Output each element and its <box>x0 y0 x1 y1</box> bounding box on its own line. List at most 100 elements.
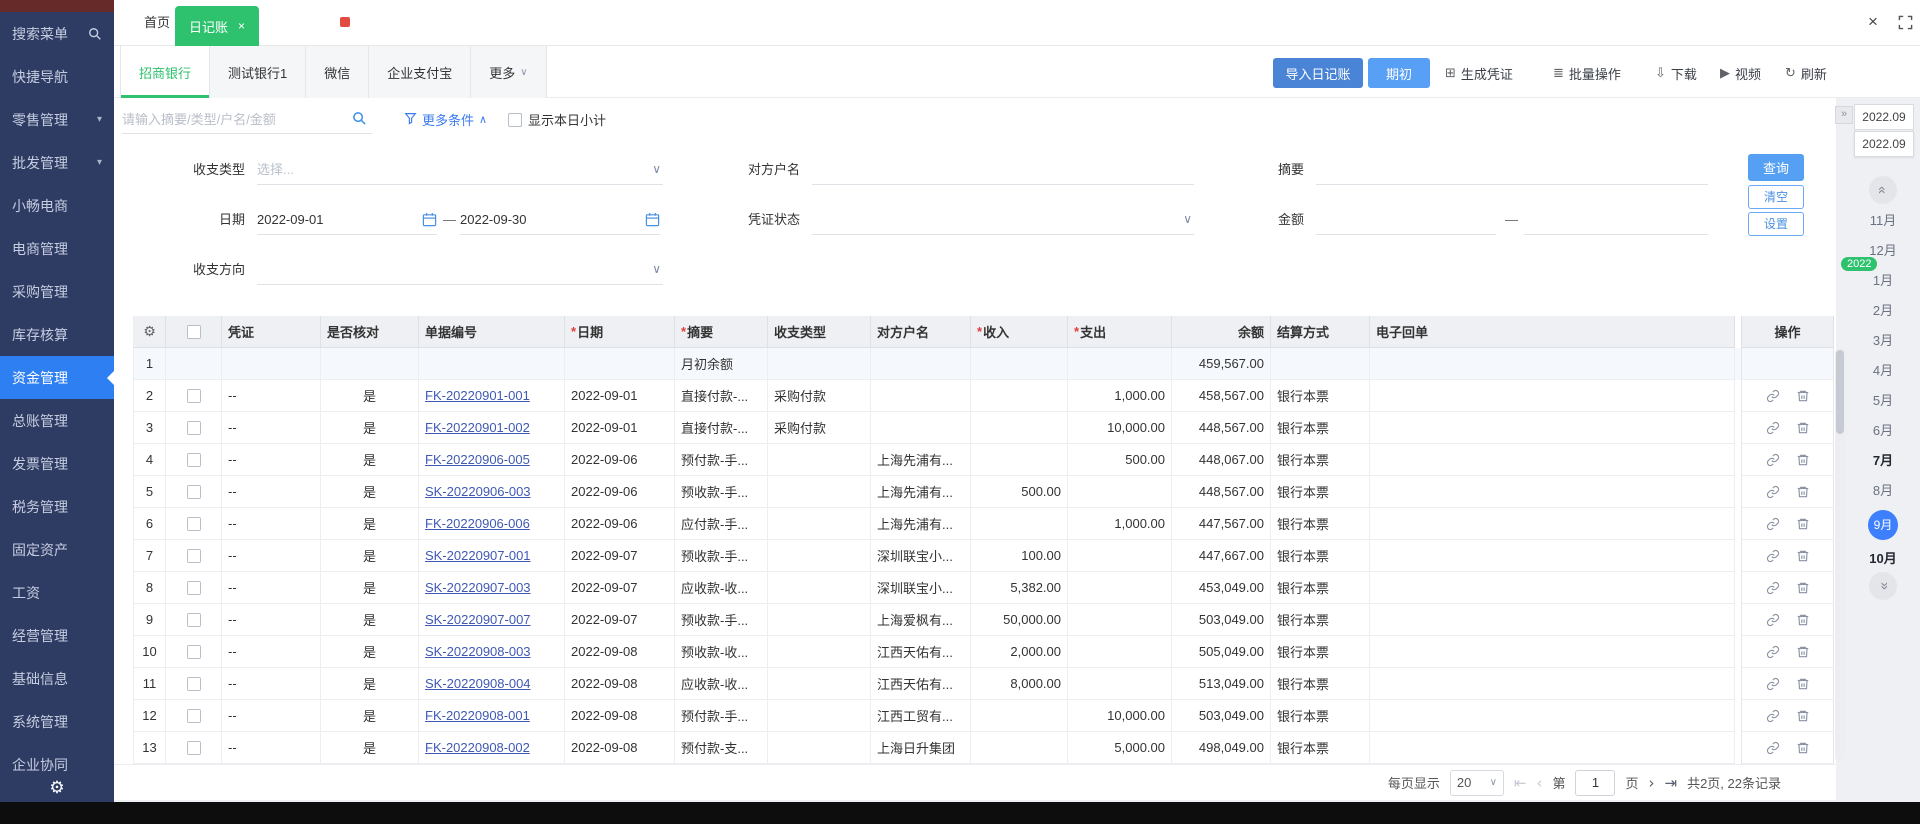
amount-from-input[interactable] <box>1316 205 1496 235</box>
calendar-icon[interactable] <box>645 212 660 227</box>
next-page-button[interactable]: › <box>1649 774 1655 792</box>
row-checkbox[interactable] <box>186 580 201 595</box>
counterparty-input[interactable] <box>812 155 1194 185</box>
doc-no-link[interactable]: FK-20220901-001 <box>425 388 530 403</box>
income-expense-type-select[interactable]: 选择... ∨ <box>257 155 663 185</box>
sidebar-item[interactable]: 小畅电商 <box>0 184 114 227</box>
link-icon[interactable] <box>1766 485 1780 499</box>
sidebar-item[interactable]: 快捷导航 <box>0 55 114 98</box>
import-journal-button[interactable]: 导入日记账 <box>1273 58 1363 88</box>
last-page-button[interactable]: ⇥ <box>1665 774 1678 792</box>
gear-icon[interactable]: ⚙ <box>143 324 156 340</box>
doc-no-link[interactable]: SK-20220908-003 <box>425 644 531 659</box>
first-page-button[interactable]: ⇤ <box>1514 774 1527 792</box>
sidebar-item[interactable]: 总账管理 <box>0 399 114 442</box>
delete-icon[interactable] <box>1796 517 1810 531</box>
month-item[interactable]: 1月 <box>1873 270 1893 292</box>
month-item[interactable]: 6月 <box>1873 420 1893 442</box>
delete-icon[interactable] <box>1796 677 1810 691</box>
bank-tab[interactable]: 招商银行 <box>121 46 211 98</box>
month-item[interactable]: 4月 <box>1873 360 1893 382</box>
doc-no-link[interactable]: FK-20220908-001 <box>425 708 530 723</box>
daily-subtotal-checkbox[interactable] <box>508 112 522 127</box>
fullscreen-icon[interactable] <box>1898 15 1913 33</box>
month-item[interactable]: 8月 <box>1873 480 1893 502</box>
amount-to-input[interactable] <box>1524 205 1708 235</box>
page-input[interactable] <box>1575 769 1616 796</box>
scrollbar-thumb[interactable] <box>1836 350 1844 434</box>
delete-icon[interactable] <box>1796 645 1810 659</box>
link-icon[interactable] <box>1766 549 1780 563</box>
direction-select[interactable]: ∨ <box>257 255 663 285</box>
bank-tab[interactable]: 微信 <box>306 46 370 98</box>
more-conditions-toggle[interactable]: 更多条件 ∧ <box>404 105 487 134</box>
row-checkbox[interactable] <box>186 612 201 627</box>
months-scroll-down-button[interactable]: « <box>1869 572 1897 600</box>
link-icon[interactable] <box>1766 421 1780 435</box>
row-checkbox[interactable] <box>186 452 201 467</box>
sidebar-item[interactable]: 零售管理 ▾ <box>0 98 114 141</box>
bank-tab[interactable]: 企业支付宝 <box>369 46 472 98</box>
month-item[interactable]: 10月 <box>1869 548 1896 570</box>
period-box-2[interactable]: 2022.09 <box>1854 131 1914 157</box>
per-page-select[interactable]: 20 ∨ <box>1449 769 1504 796</box>
bank-tab[interactable]: 更多 ∨ <box>471 46 545 98</box>
refresh-button[interactable]: ↻ 刷新 <box>1785 58 1827 88</box>
prev-page-button[interactable]: ‹ <box>1536 774 1542 792</box>
download-button[interactable]: ⇩ 下载 <box>1655 58 1697 88</box>
month-item[interactable]: 2月 <box>1873 300 1893 322</box>
search-icon[interactable] <box>352 111 367 129</box>
delete-icon[interactable] <box>1796 421 1810 435</box>
sidebar-item[interactable]: 基础信息 <box>0 657 114 700</box>
link-icon[interactable] <box>1766 389 1780 403</box>
row-checkbox[interactable] <box>186 388 201 403</box>
link-icon[interactable] <box>1766 517 1780 531</box>
row-checkbox[interactable] <box>186 644 201 659</box>
sidebar-item[interactable]: 采购管理 <box>0 270 114 313</box>
link-icon[interactable] <box>1766 741 1780 755</box>
sidebar-item[interactable]: 税务管理 <box>0 485 114 528</box>
select-all-checkbox[interactable] <box>186 324 201 339</box>
month-item[interactable]: 5月 <box>1873 390 1893 412</box>
row-checkbox[interactable] <box>186 708 201 723</box>
summary-input[interactable] <box>1316 155 1708 185</box>
doc-no-link[interactable]: SK-20220906-003 <box>425 484 531 499</box>
doc-no-link[interactable]: SK-20220907-001 <box>425 548 531 563</box>
video-button[interactable]: ▶ 视频 <box>1720 58 1761 88</box>
delete-icon[interactable] <box>1796 709 1810 723</box>
doc-no-link[interactable]: SK-20220908-004 <box>425 676 531 691</box>
row-checkbox[interactable] <box>186 548 201 563</box>
table-scrollbar[interactable] <box>1835 348 1845 762</box>
row-checkbox[interactable] <box>186 516 201 531</box>
doc-no-link[interactable]: FK-20220908-002 <box>425 740 530 755</box>
link-icon[interactable] <box>1766 581 1780 595</box>
month-item[interactable]: 3月 <box>1873 330 1893 352</box>
sidebar-item[interactable]: 资金管理 <box>0 356 114 399</box>
link-icon[interactable] <box>1766 709 1780 723</box>
link-icon[interactable] <box>1766 453 1780 467</box>
sidebar-item[interactable]: 批发管理 ▾ <box>0 141 114 184</box>
calendar-icon[interactable] <box>422 212 437 227</box>
clear-button[interactable]: 清空 <box>1748 185 1804 209</box>
bank-tab[interactable]: 测试银行1 <box>210 46 307 98</box>
row-checkbox[interactable] <box>186 676 201 691</box>
sidebar-item[interactable]: 经营管理 <box>0 614 114 657</box>
doc-no-link[interactable]: FK-20220901-002 <box>425 420 530 435</box>
sidebar-item[interactable]: 固定资产 <box>0 528 114 571</box>
sidebar-item[interactable]: 库存核算 <box>0 313 114 356</box>
date-from-input[interactable]: 2022-09-01 <box>257 205 437 235</box>
date-to-input[interactable]: 2022-09-30 <box>460 205 660 235</box>
link-icon[interactable] <box>1766 613 1780 627</box>
tab-close-icon[interactable]: × <box>238 19 245 33</box>
delete-icon[interactable] <box>1796 389 1810 403</box>
generate-voucher-button[interactable]: ⊞ 生成凭证 <box>1445 58 1513 88</box>
delete-icon[interactable] <box>1796 581 1810 595</box>
settings-gear-icon[interactable]: ⚙ <box>0 778 114 798</box>
months-scroll-up-button[interactable]: « <box>1869 176 1897 204</box>
window-close-icon[interactable]: × <box>1868 12 1878 32</box>
row-checkbox[interactable] <box>186 420 201 435</box>
query-button[interactable]: 查询 <box>1748 154 1804 181</box>
row-checkbox[interactable] <box>186 740 201 755</box>
sidebar-item[interactable]: 搜索菜单 <box>0 12 114 55</box>
delete-icon[interactable] <box>1796 741 1810 755</box>
